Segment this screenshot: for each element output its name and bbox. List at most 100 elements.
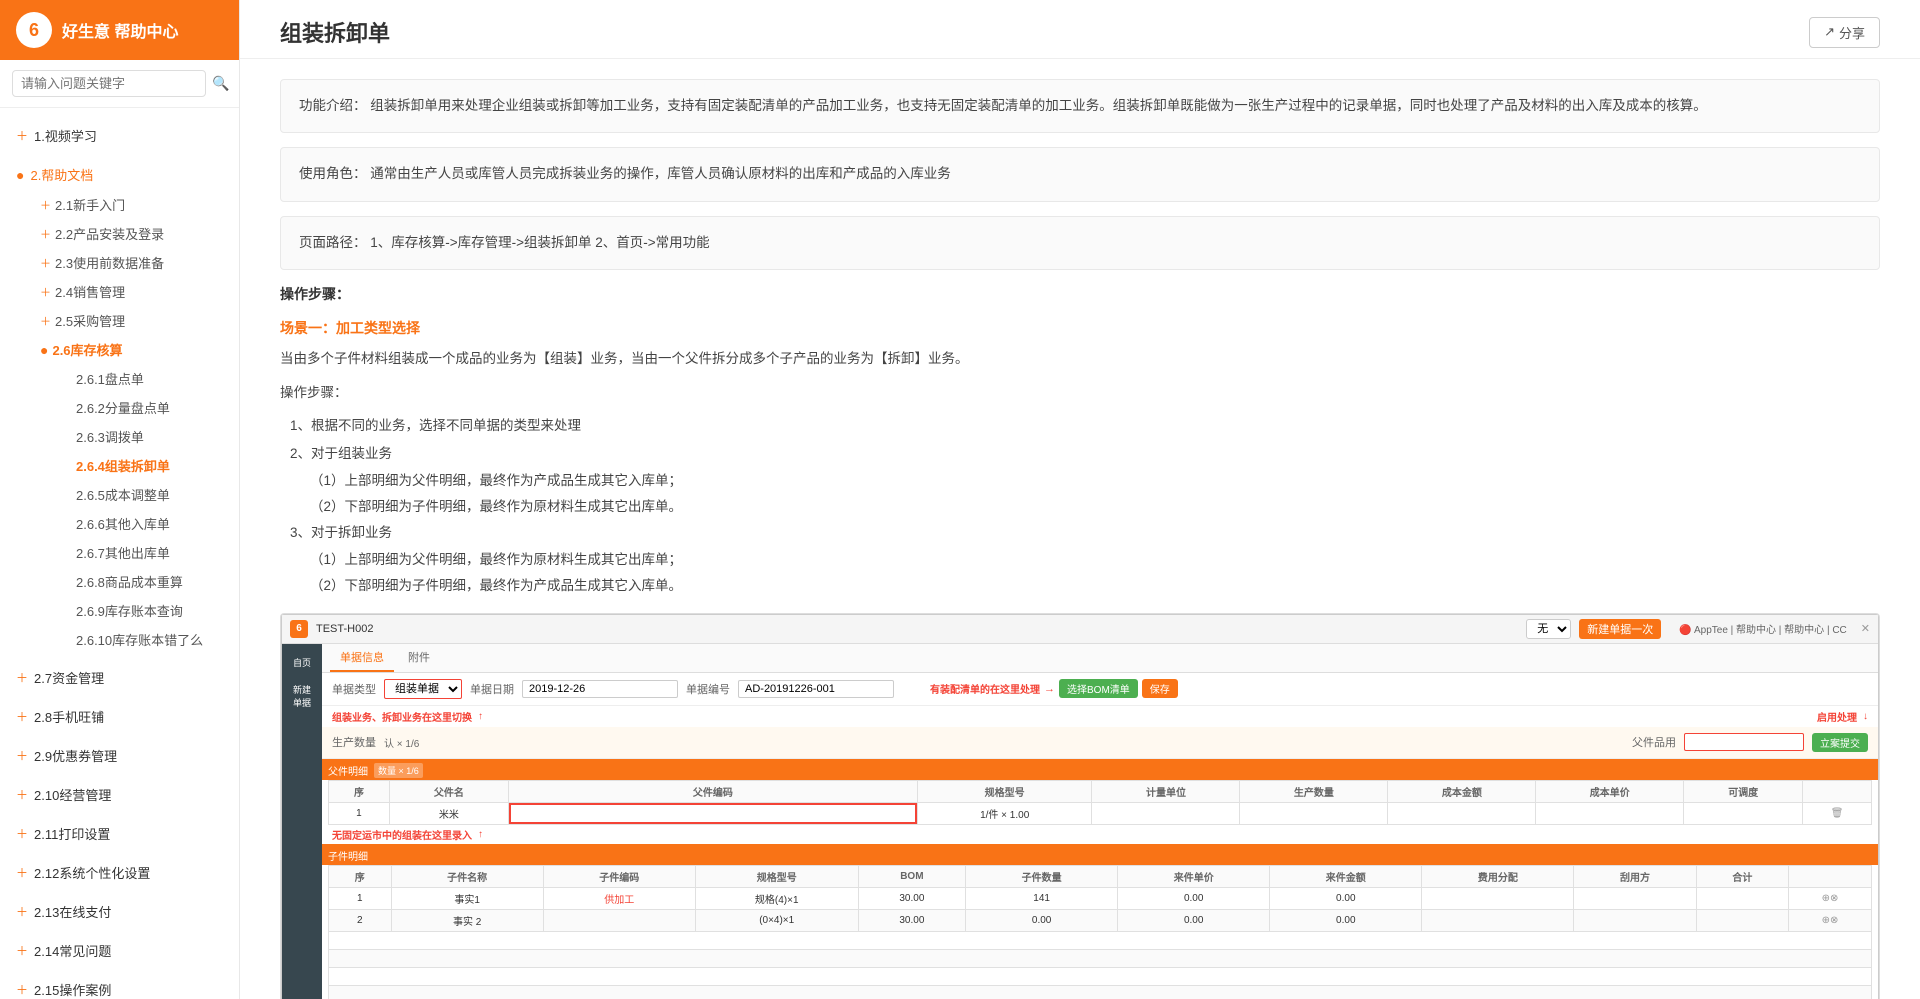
mock-annotation2-row: 组装业务、拆卸业务在这里切换 ↑ 启用处理 ↓	[322, 706, 1878, 727]
sidebar-item-stocktake[interactable]: 2.6.1盘点单	[60, 364, 239, 393]
content-area: 功能介绍： 组装拆卸单用来处理企业组装或拆卸等加工业务，支持有固定装配清单的产品…	[240, 59, 1920, 999]
ops-steps-label: 操作步骤：	[280, 380, 1880, 406]
mock-row2-icons[interactable]: ⊕⊗	[1822, 915, 1839, 926]
sidebar-item-cases[interactable]: ＋ 2.15操作案例	[0, 974, 239, 999]
mock-lower-cell-alloc2	[1422, 909, 1574, 931]
mock-new-btn[interactable]: 新建单据一次	[1579, 619, 1661, 639]
mock-row1-icons[interactable]: ⊕⊗	[1822, 893, 1839, 904]
mock-father-input[interactable]	[1684, 733, 1804, 751]
mock-annotation2: 组装业务、拆卸业务在这里切换	[332, 709, 472, 724]
role-box: 使用角色： 通常由生产人员或库管人员完成拆装业务的操作，库管人员确认原材料的出库…	[280, 147, 1880, 201]
path-label: 页面路径：	[299, 235, 367, 250]
share-button[interactable]: ↗ 分享	[1809, 17, 1880, 48]
mock-company: TEST-H002	[316, 623, 373, 635]
nav-section-payment: ＋ 2.13在线支付	[0, 892, 239, 931]
mock-lower-row3	[329, 931, 1872, 949]
feature-intro-label: 功能介绍：	[299, 98, 367, 113]
expand-icon: ＋	[16, 903, 28, 920]
sidebar-item-install[interactable]: ＋ 2.2产品安装及登录	[24, 219, 239, 248]
mock-arrow4: ↑	[478, 829, 483, 840]
mock-close-icon[interactable]: ✕	[1861, 622, 1870, 635]
mock-nav-new[interactable]: 新建单据	[291, 679, 313, 713]
sidebar-item-data-prep[interactable]: ＋ 2.3使用前数据准备	[24, 248, 239, 277]
sidebar-item-finance[interactable]: ＋ 2.7资金管理	[0, 662, 239, 693]
mock-lower-cell-amt2: 0.00	[1270, 909, 1422, 931]
expand-icon: ＋	[16, 942, 28, 959]
mock-th-seq: 序	[329, 780, 390, 802]
mock-lth-party: 刮用方	[1574, 865, 1696, 887]
sidebar-item-newcomer[interactable]: ＋ 2.1新手入门	[24, 190, 239, 219]
sidebar-item-other-in[interactable]: 2.6.6其他入库单	[60, 509, 239, 538]
mock-type-select[interactable]: 组装单据 拆卸单据	[384, 679, 462, 699]
mock-row-del-icon[interactable]: 🗑	[1831, 808, 1844, 819]
mock-tab-info[interactable]: 单据信息	[330, 644, 394, 672]
mock-lower-cell-party1	[1574, 887, 1696, 909]
sidebar-item-payment[interactable]: ＋ 2.13在线支付	[0, 896, 239, 927]
mock-tab-attachment[interactable]: 附件	[398, 644, 440, 672]
sidebar-item-video[interactable]: ＋ 1.视频学习	[0, 120, 239, 151]
mock-lth-alloc: 费用分配	[1422, 865, 1574, 887]
search-input[interactable]	[12, 70, 206, 97]
nav-section-video: ＋ 1.视频学习	[0, 116, 239, 155]
mock-num-input[interactable]	[738, 680, 894, 698]
sidebar-item-goods-cost[interactable]: 2.6.8商品成本重算	[60, 567, 239, 596]
mock-lower-cell-op2: ⊕⊗	[1789, 909, 1872, 931]
main-header: 组装拆卸单 ↗ 分享	[240, 0, 1920, 59]
path-text: 1、库存核算->库存管理->组装拆卸单 2、首页->常用功能	[370, 235, 709, 250]
expand-icon: ＋	[40, 313, 51, 329]
sidebar-item-partial-stocktake[interactable]: 2.6.2分量盘点单	[60, 393, 239, 422]
sidebar-item-sales[interactable]: ＋ 2.4销售管理	[24, 277, 239, 306]
docs-sub-items: ＋ 2.1新手入门 ＋ 2.2产品安装及登录 ＋ 2.3使用前数据准备 ＋ 2.…	[0, 190, 239, 654]
mock-arrow3: ↓	[1863, 711, 1868, 722]
mock-lower-row5	[329, 967, 1872, 985]
mock-icons: 🔴 AppTee | 帮助中心 | 帮助中心 | CC	[1679, 621, 1847, 636]
mock-upper-table-wrap: 序 父件名 父件编码 规格型号 计量单位 生产数量 成本金额 成本单价 可调度	[322, 780, 1878, 825]
nav-section-cases: ＋ 2.15操作案例	[0, 970, 239, 999]
mock-app: 6 TEST-H002 无 新建单据一次 🔴 AppTee | 帮助中心 | 帮…	[281, 614, 1879, 999]
sidebar-item-stock-check[interactable]: 2.6.9库存账本查询	[60, 596, 239, 625]
mock-th-available: 可调度	[1684, 780, 1803, 802]
sidebar-item-faq[interactable]: ＋ 2.14常见问题	[0, 935, 239, 966]
sidebar-item-cost-adjust[interactable]: 2.6.5成本调整单	[60, 480, 239, 509]
sidebar-item-adjust[interactable]: 2.6.3调拨单	[60, 422, 239, 451]
step2-sub1: （1）上部明细为父件明细，最终作为产成品生成其它入库单；	[310, 468, 1880, 494]
mock-lower-cell-seq1: 1	[329, 887, 392, 909]
sidebar-item-stock-error[interactable]: 2.6.10库存账本错了么	[60, 625, 239, 654]
nav-section-ops: ＋ 2.10经营管理	[0, 775, 239, 814]
sidebar-item-coupon[interactable]: ＋ 2.9优惠券管理	[0, 740, 239, 771]
mock-lower-row2: 2 事实 2 (0×4)×1 30.00 0.00 0.00 0.00	[329, 909, 1872, 931]
expand-icon: ＋	[16, 747, 28, 764]
sidebar-item-purchase[interactable]: ＋ 2.5采购管理	[24, 306, 239, 335]
sidebar-header: 6 好生意 帮助中心	[0, 0, 239, 60]
nav-section-finance: ＋ 2.7资金管理	[0, 658, 239, 697]
mock-lower-row1: 1 事实1 供加工 规格(4)×1 30.00 141 0.00 0.00	[329, 887, 1872, 909]
mock-selector[interactable]: 无	[1526, 619, 1571, 639]
mock-date-input[interactable]	[522, 680, 678, 698]
mock-save-btn[interactable]: 保存	[1142, 679, 1178, 698]
mock-th-cost-amt: 成本金额	[1388, 780, 1536, 802]
mock-lth-bom: BOM	[858, 865, 965, 887]
mock-annotation4-row: 无固定运市中的组装在这里录入 ↑	[322, 825, 1878, 844]
mock-lth-spec: 规格型号	[695, 865, 858, 887]
sidebar-item-ops[interactable]: ＋ 2.10经营管理	[0, 779, 239, 810]
search-icon[interactable]: 🔍	[212, 75, 229, 92]
mock-confirm-btn[interactable]: 立案提交	[1812, 733, 1868, 752]
mock-annotation4: 无固定运市中的组装在这里录入	[332, 827, 472, 842]
mock-lower-cell-total2	[1696, 909, 1788, 931]
mock-upper-cell-code[interactable]	[508, 802, 917, 824]
mock-th-ops	[1803, 780, 1872, 802]
sidebar-item-custom[interactable]: ＋ 2.12系统个性化设置	[0, 857, 239, 888]
sidebar-item-mobile[interactable]: ＋ 2.8手机旺铺	[0, 701, 239, 732]
sidebar-item-docs[interactable]: ● 2.帮助文档	[0, 159, 239, 190]
step2-sub2: （2）下部明细为子件明细，最终作为原材料生成其它出库单。	[310, 494, 1880, 520]
mock-bom-btn[interactable]: 选择BOM清单	[1059, 679, 1138, 698]
mock-th-parent-code: 父件编码	[508, 780, 917, 802]
sidebar-item-other-out[interactable]: 2.6.7其他出库单	[60, 538, 239, 567]
sidebar-item-inventory[interactable]: ● 2.6库存核算	[24, 335, 239, 364]
sidebar-item-assembly[interactable]: 2.6.4组装拆卸单	[60, 451, 239, 480]
mock-nav-home[interactable]: 自页	[291, 652, 313, 673]
mock-lth-op	[1789, 865, 1872, 887]
sidebar-item-print[interactable]: ＋ 2.11打印设置	[0, 818, 239, 849]
mock-lth-code: 子件编码	[543, 865, 695, 887]
role-text: 通常由生产人员或库管人员完成拆装业务的操作，库管人员确认原材料的出库和产成品的入…	[370, 166, 951, 181]
